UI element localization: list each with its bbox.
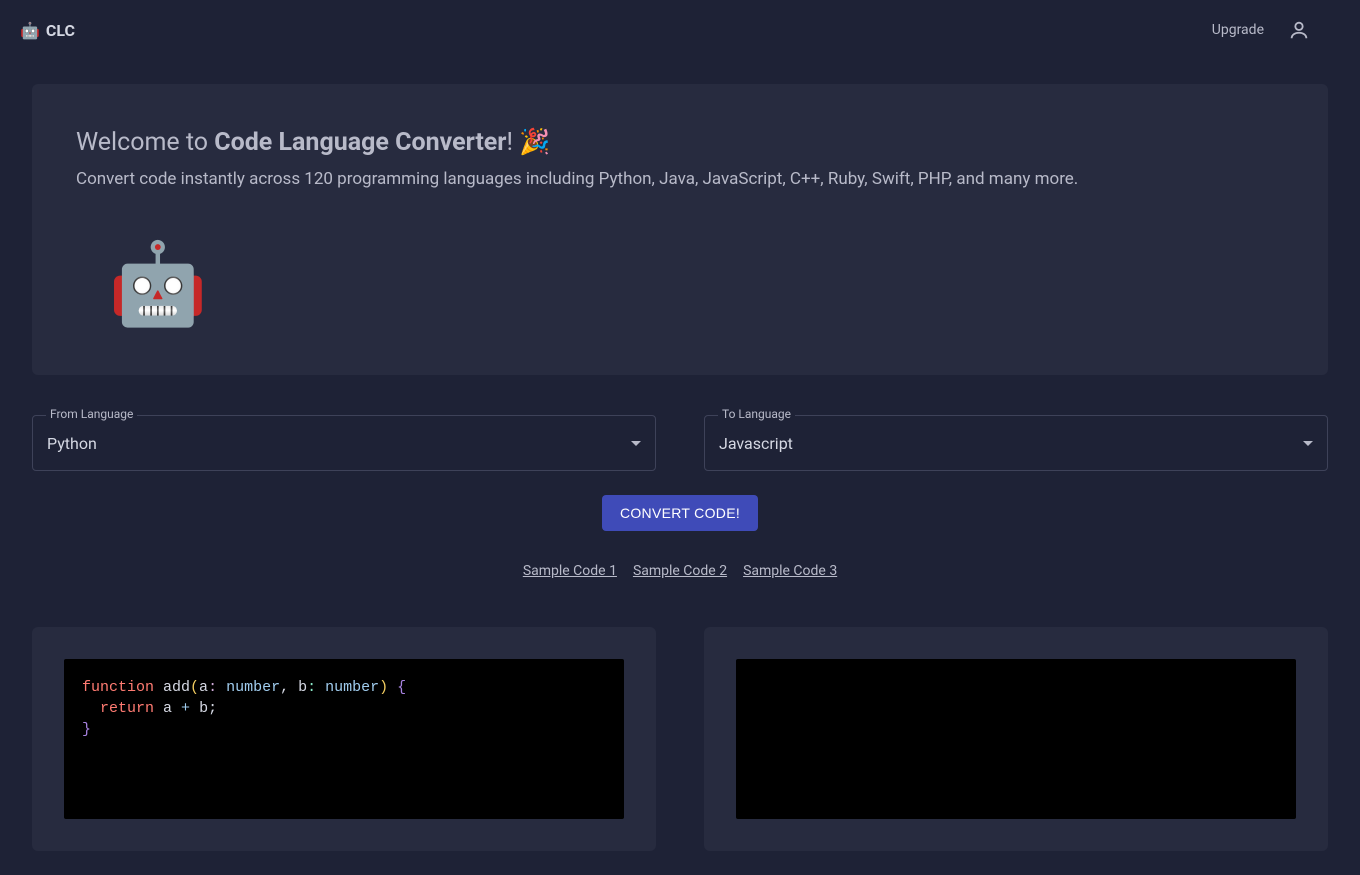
code-token: b (190, 700, 208, 717)
robot-icon: 🤖 (20, 21, 40, 40)
code-token: add (154, 679, 190, 696)
code-panels: function add(a: number, b: number) { ret… (32, 627, 1328, 851)
sample-code-1-link[interactable]: Sample Code 1 (523, 563, 617, 579)
source-code-area[interactable]: function add(a: number, b: number) { ret… (64, 659, 624, 819)
from-language-select[interactable]: Python (32, 415, 656, 471)
code-token: number (217, 679, 280, 696)
convert-button[interactable]: CONVERT CODE! (602, 495, 758, 531)
convert-button-wrap: CONVERT CODE! (32, 495, 1328, 531)
code-token: } (82, 721, 91, 738)
code-token: number (316, 679, 379, 696)
chevron-down-icon (631, 441, 641, 446)
header-right: Upgrade (1212, 19, 1340, 41)
chevron-down-icon (1303, 441, 1313, 446)
code-token: + (181, 700, 190, 717)
to-language-value: Javascript (719, 434, 793, 453)
welcome-suffix: ! 🎉 (506, 128, 550, 157)
welcome-title: Welcome to Code Language Converter! 🎉 (76, 128, 1284, 157)
code-token: function (82, 679, 154, 696)
language-selectors: From Language Python To Language Javascr… (32, 415, 1328, 471)
code-token: : (208, 679, 217, 696)
code-token: ) (379, 679, 388, 696)
robot-large-icon: 🤖 (108, 237, 1284, 331)
code-token (82, 700, 100, 717)
from-language-label: From Language (46, 407, 137, 421)
source-code-panel: function add(a: number, b: number) { ret… (32, 627, 656, 851)
user-icon[interactable] (1288, 19, 1310, 41)
code-token: b (289, 679, 307, 696)
welcome-bold: Code Language Converter (214, 128, 506, 157)
code-token: , (280, 679, 289, 696)
output-code-panel (704, 627, 1328, 851)
to-language-group: To Language Javascript (704, 415, 1328, 471)
logo[interactable]: 🤖 CLC (20, 21, 75, 40)
sample-code-3-link[interactable]: Sample Code 3 (743, 563, 837, 579)
from-language-group: From Language Python (32, 415, 656, 471)
upgrade-link[interactable]: Upgrade (1212, 22, 1264, 38)
code-token: { (388, 679, 406, 696)
sample-code-2-link[interactable]: Sample Code 2 (633, 563, 727, 579)
header: 🤖 CLC Upgrade (0, 0, 1360, 60)
main-content: Welcome to Code Language Converter! 🎉 Co… (0, 60, 1360, 875)
output-code-area[interactable] (736, 659, 1296, 819)
code-token: ; (208, 700, 217, 717)
to-language-label: To Language (718, 407, 795, 421)
from-language-value: Python (47, 434, 97, 453)
code-token: return (100, 700, 154, 717)
code-token: : (307, 679, 316, 696)
sample-links: Sample Code 1 Sample Code 2 Sample Code … (32, 563, 1328, 579)
code-token: ( (190, 679, 199, 696)
to-language-select[interactable]: Javascript (704, 415, 1328, 471)
code-token: a (199, 679, 208, 696)
welcome-card: Welcome to Code Language Converter! 🎉 Co… (32, 84, 1328, 375)
welcome-subtitle: Convert code instantly across 120 progra… (76, 169, 1284, 189)
code-token: a (154, 700, 181, 717)
logo-text: CLC (46, 21, 75, 40)
welcome-prefix: Welcome to (76, 128, 214, 157)
